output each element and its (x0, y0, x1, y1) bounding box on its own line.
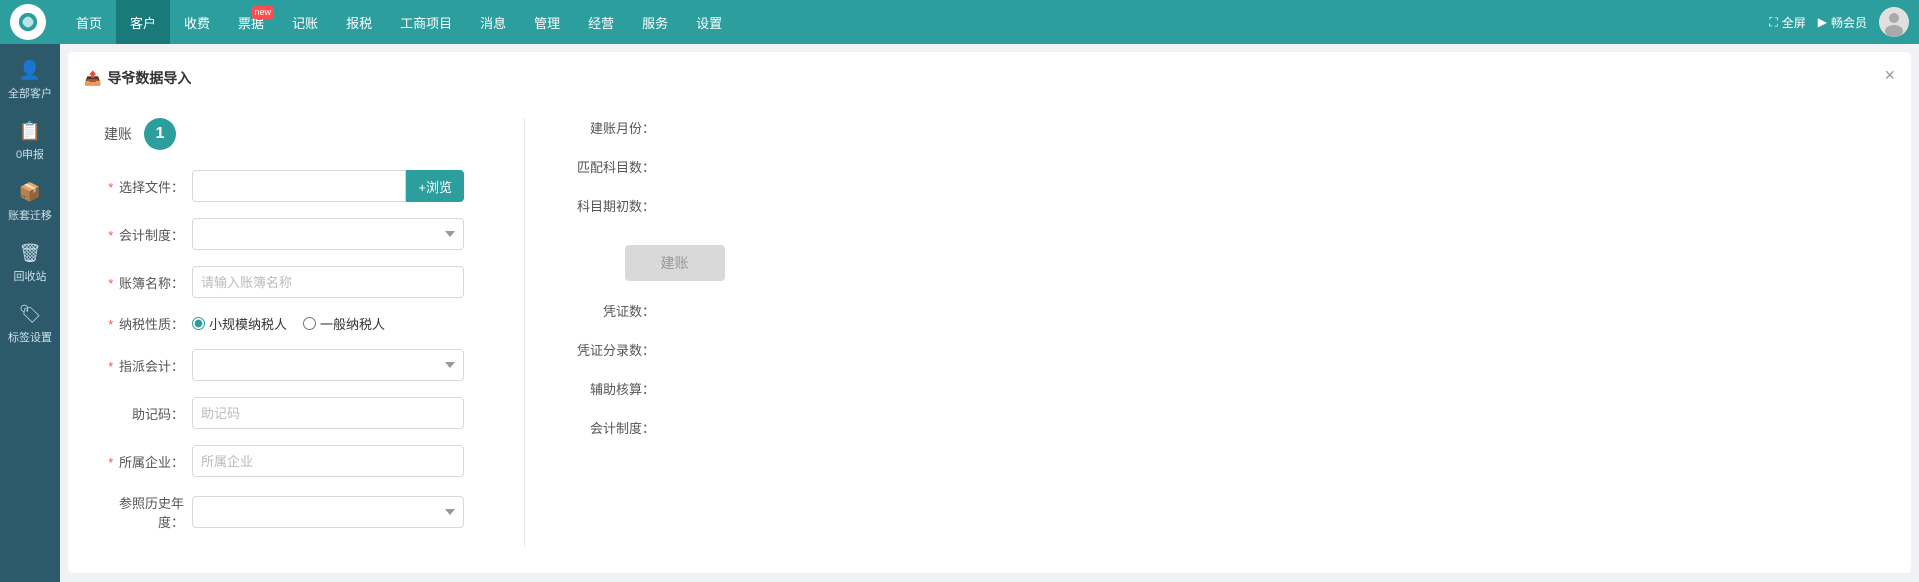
browse-button[interactable]: +浏览 (406, 170, 464, 202)
fullscreen-icon: ⛶ (1769, 15, 1777, 30)
new-badge: new (252, 6, 275, 19)
match-subjects-label: 匹配科目数： (565, 157, 655, 176)
close-button[interactable]: × (1884, 66, 1895, 84)
right-accounting-system-row: 会计制度： (565, 418, 784, 437)
nav-items: 首页 客户 收费 票据 new 记账 报税 工商项目 消息 管理 经营 服务 设… (62, 0, 1769, 44)
ledger-name-label: * 账簿名称： (104, 273, 184, 292)
nav-item-business[interactable]: 工商项目 (386, 0, 466, 44)
auxiliary-label: 辅助核算： (565, 379, 655, 398)
sidebar: 👤 全部客户 📋 0申报 📦 账套迁移 🗑 回收站 🏷 标签设置 (0, 44, 60, 582)
tax-type-row: * 纳税性质： 小规模纳税人 一般纳税人 (104, 314, 464, 333)
sidebar-item-recycle[interactable]: 🗑 回收站 (0, 235, 60, 292)
nav-item-service[interactable]: 服务 (628, 0, 682, 44)
vip-icon: ▶ (1818, 15, 1827, 29)
step-circle: 1 (144, 118, 176, 150)
ledger-name-input[interactable] (192, 266, 464, 298)
company-label: * 所属企业： (104, 452, 184, 471)
history-year-select[interactable] (192, 496, 464, 528)
nav-item-manage[interactable]: 管理 (520, 0, 574, 44)
vip-button[interactable]: ▶ 畅会员 (1818, 14, 1867, 31)
accountant-row: * 指派会计： (104, 349, 464, 381)
voucher-count-row: 凭证数： (565, 301, 784, 320)
voucher-entries-row: 凭证分录数： (565, 340, 784, 359)
page-panel: 📤 导爷数据导入 × 建账 1 * 选择文件： (68, 52, 1911, 573)
accounting-system-row: * 会计制度： (104, 218, 464, 250)
fullscreen-button[interactable]: ⛶ 全屏 (1769, 14, 1805, 31)
file-label: * 选择文件： (104, 177, 184, 196)
sidebar-item-tag-settings[interactable]: 🏷 标签设置 (0, 296, 60, 353)
right-accounting-system-label: 会计制度： (565, 418, 655, 437)
main-content: 📤 导爷数据导入 × 建账 1 * 选择文件： (60, 44, 1919, 582)
memo-code-row: 助记码： (104, 397, 464, 429)
all-clients-icon: 👤 (19, 60, 41, 81)
build-account-button[interactable]: 建账 (625, 245, 725, 281)
accounting-system-select[interactable] (192, 218, 464, 250)
radio-small-taxpayer[interactable]: 小规模纳税人 (192, 314, 287, 333)
nav-item-message[interactable]: 消息 (466, 0, 520, 44)
panel-title: 📤 导爷数据导入 (84, 68, 1895, 88)
build-month-row: 建账月份： (565, 118, 784, 137)
step-header: 建账 1 (104, 118, 464, 150)
accounting-system-label: * 会计制度： (104, 225, 184, 244)
migrate-icon: 📦 (19, 182, 41, 203)
history-year-label: 参照历史年度： (104, 493, 184, 531)
sidebar-item-all-clients[interactable]: 👤 全部客户 (0, 52, 60, 109)
ledger-name-row: * 账簿名称： (104, 266, 464, 298)
auxiliary-row: 辅助核算： (565, 379, 784, 398)
match-subjects-row: 匹配科目数： (565, 157, 784, 176)
history-year-row: 参照历史年度： (104, 493, 464, 531)
build-btn-area: 建账 (565, 235, 784, 281)
memo-code-input[interactable] (192, 397, 464, 429)
top-nav: 首页 客户 收费 票据 new 记账 报税 工商项目 消息 管理 经营 服务 设… (0, 0, 1919, 44)
sidebar-item-migrate[interactable]: 📦 账套迁移 (0, 174, 60, 231)
form-area: 建账 1 * 选择文件： +浏览 (84, 108, 1895, 557)
nav-item-settings[interactable]: 设置 (682, 0, 736, 44)
form-left: 建账 1 * 选择文件： +浏览 (104, 118, 464, 547)
accountant-select[interactable] (192, 349, 464, 381)
file-input[interactable] (192, 170, 406, 202)
nav-item-bookkeeping[interactable]: 记账 (278, 0, 332, 44)
step-label: 建账 (104, 124, 132, 144)
init-balance-label: 科目期初数： (565, 196, 655, 215)
nav-item-invoice[interactable]: 票据 new (224, 0, 278, 44)
nav-item-fee[interactable]: 收费 (170, 0, 224, 44)
voucher-count-label: 凭证数： (565, 301, 655, 320)
company-row: * 所属企业： (104, 445, 464, 477)
file-row: * 选择文件： +浏览 (104, 170, 464, 202)
company-input[interactable] (192, 445, 464, 477)
recycle-icon: 🗑 (19, 243, 42, 264)
logo[interactable] (10, 4, 46, 40)
form-right: 建账月份： 匹配科目数： 科目期初数： 建账 凭证 (524, 118, 784, 547)
layout: 👤 全部客户 📋 0申报 📦 账套迁移 🗑 回收站 🏷 标签设置 📤 导爷数据导… (0, 44, 1919, 582)
voucher-entries-label: 凭证分录数： (565, 340, 655, 359)
import-icon: 📤 (84, 70, 101, 87)
nav-item-home[interactable]: 首页 (62, 0, 116, 44)
nav-item-client[interactable]: 客户 (116, 0, 170, 44)
user-avatar[interactable] (1879, 7, 1909, 37)
tax-type-radio-group: 小规模纳税人 一般纳税人 (192, 314, 385, 333)
accountant-label: * 指派会计： (104, 356, 184, 375)
file-input-group: +浏览 (192, 170, 464, 202)
sidebar-item-zero-declare[interactable]: 📋 0申报 (0, 113, 60, 170)
zero-declare-icon: 📋 (19, 121, 41, 142)
build-month-label: 建账月份： (565, 118, 655, 137)
radio-general-taxpayer[interactable]: 一般纳税人 (303, 314, 385, 333)
memo-code-label: 助记码： (104, 404, 184, 423)
nav-item-tax[interactable]: 报税 (332, 0, 386, 44)
init-balance-row: 科目期初数： (565, 196, 784, 215)
nav-right: ⛶ 全屏 ▶ 畅会员 (1769, 7, 1909, 37)
tag-settings-icon: 🏷 (19, 304, 42, 325)
nav-item-operation[interactable]: 经营 (574, 0, 628, 44)
tax-type-label: * 纳税性质： (104, 314, 184, 333)
